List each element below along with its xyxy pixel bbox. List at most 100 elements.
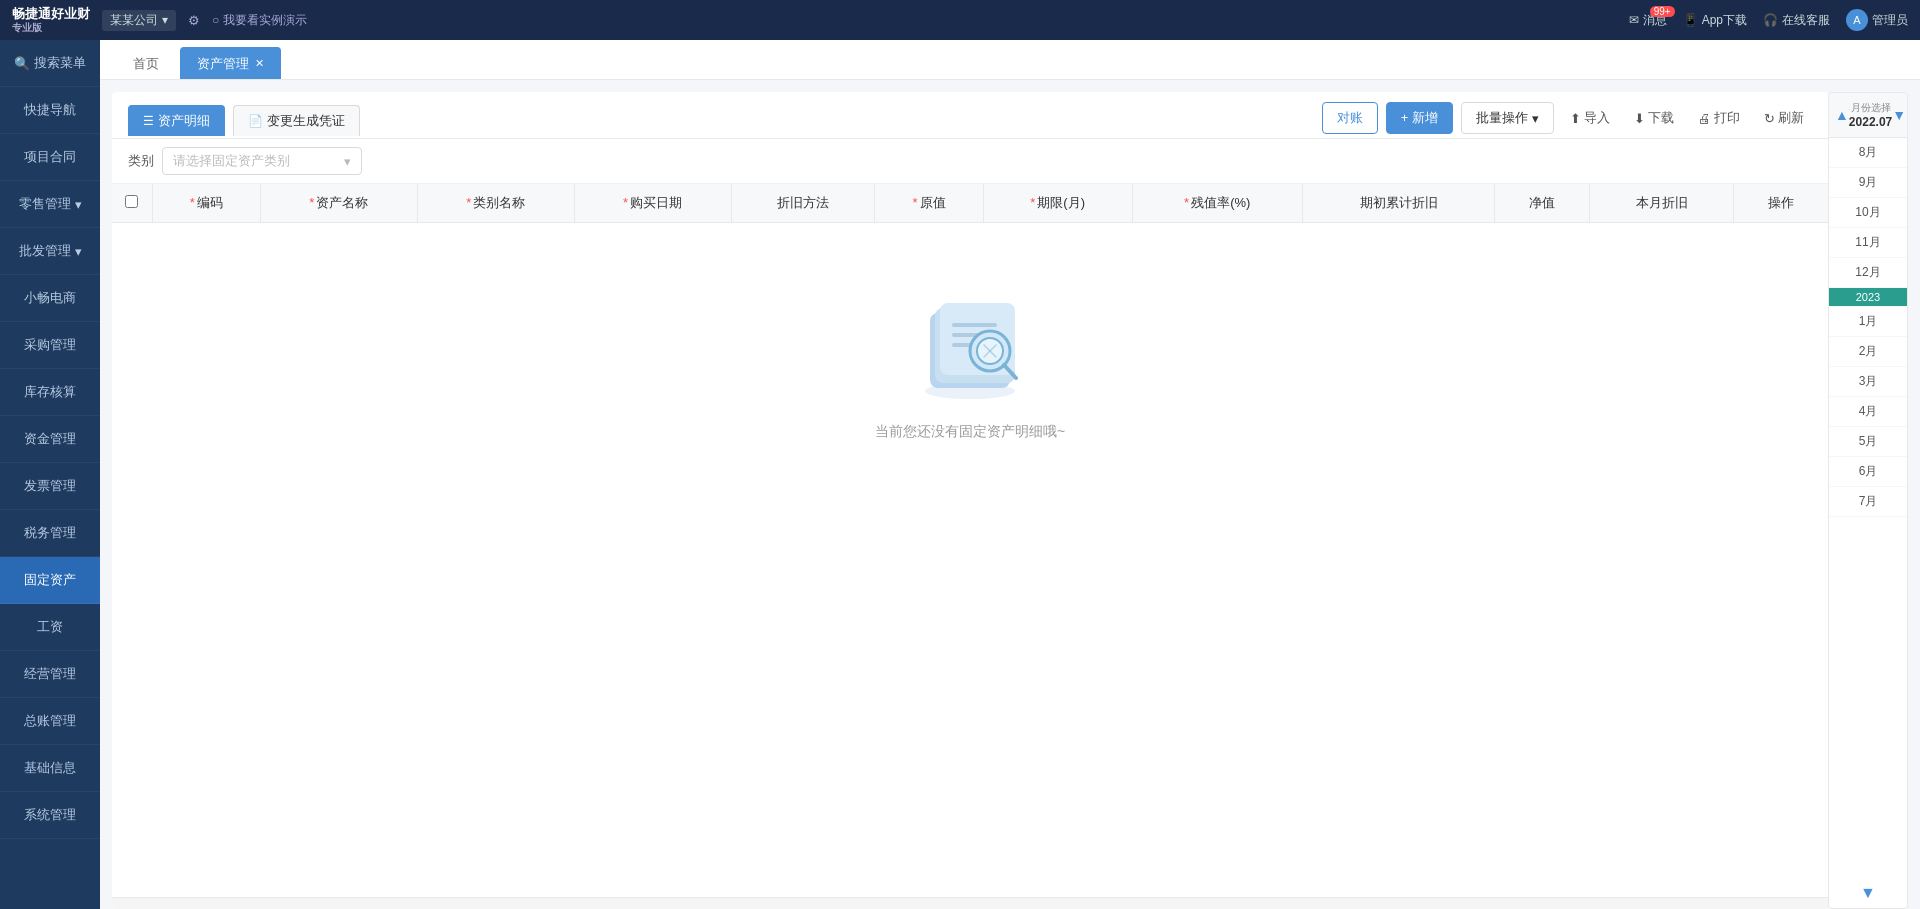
th-action: 操作 bbox=[1734, 184, 1828, 223]
company-selector[interactable]: 某某公司 ▾ bbox=[102, 10, 176, 31]
sidebar-item-project-contract[interactable]: 项目合同 bbox=[0, 134, 100, 181]
content-area: 首页 资产管理 ✕ ☰ 资产明细 📄 变更生成凭证 bbox=[100, 40, 1920, 909]
sidebar: 🔍 搜索菜单 快捷导航 项目合同 零售管理 ▾ 批发管理 ▾ 小畅电商 采购管理… bbox=[0, 40, 100, 909]
settings-icon[interactable]: ⚙ bbox=[188, 13, 200, 28]
bottom-scroll-bar[interactable] bbox=[112, 897, 1828, 909]
month-item-11[interactable]: 11月 bbox=[1829, 228, 1907, 258]
sidebar-item-ecommerce[interactable]: 小畅电商 bbox=[0, 275, 100, 322]
month-down-arrow[interactable]: ▼ bbox=[1892, 107, 1906, 123]
year-2023-badge: 2023 bbox=[1829, 288, 1907, 307]
print-icon: 🖨 bbox=[1698, 111, 1711, 126]
sub-tabs: ☰ 资产明细 📄 变更生成凭证 对账 + 新增 bbox=[112, 92, 1828, 139]
category-select[interactable]: 请选择固定资产类别 ▾ bbox=[162, 147, 362, 175]
arrow-icon: ▾ bbox=[75, 197, 82, 212]
sidebar-item-invoice-mgmt[interactable]: 发票管理 bbox=[0, 463, 100, 510]
asset-table: *编码 *资产名称 *类别名称 *购买日期 折旧方法 *原值 *期限(月) *残… bbox=[112, 184, 1828, 223]
tab-bar: 首页 资产管理 ✕ bbox=[100, 40, 1920, 80]
month-item-2023-2[interactable]: 2月 bbox=[1829, 337, 1907, 367]
month-item-8[interactable]: 8月 bbox=[1829, 138, 1907, 168]
empty-state: 当前您还没有固定资产明细哦~ bbox=[112, 223, 1828, 501]
th-purchase-date: *购买日期 bbox=[574, 184, 731, 223]
month-down-nav[interactable]: ▼ bbox=[1829, 878, 1907, 908]
month-up-arrow[interactable]: ▲ bbox=[1835, 107, 1849, 123]
refresh-button[interactable]: ↻ 刷新 bbox=[1756, 105, 1812, 131]
sidebar-item-inventory[interactable]: 库存核算 bbox=[0, 369, 100, 416]
down-chevron-icon[interactable]: ▼ bbox=[1860, 884, 1876, 902]
asset-table-wrap: *编码 *资产名称 *类别名称 *购买日期 折旧方法 *原值 *期限(月) *残… bbox=[112, 184, 1828, 897]
select-arrow-icon: ▾ bbox=[344, 154, 351, 169]
add-button[interactable]: + 新增 bbox=[1386, 102, 1453, 134]
month-item-9[interactable]: 9月 bbox=[1829, 168, 1907, 198]
avatar: A bbox=[1846, 9, 1868, 31]
th-accumulated-depreciation: 期初累计折旧 bbox=[1302, 184, 1494, 223]
top-bar: 畅捷通好业财 专业版 某某公司 ▾ ⚙ ○ 我要看实例演示 ✉ 消息 99+ 📱… bbox=[0, 0, 1920, 40]
sidebar-item-fund-mgmt[interactable]: 资金管理 bbox=[0, 416, 100, 463]
download-icon: 📱 bbox=[1683, 13, 1698, 27]
tab-asset-mgmt[interactable]: 资产管理 ✕ bbox=[180, 47, 281, 79]
th-checkbox bbox=[112, 184, 152, 223]
sidebar-item-tax-mgmt[interactable]: 税务管理 bbox=[0, 510, 100, 557]
topbar-right: ✉ 消息 99+ 📱 App下载 🎧 在线客服 A 管理员 bbox=[1629, 9, 1908, 31]
select-all-checkbox[interactable] bbox=[125, 195, 138, 208]
month-item-2023-3[interactable]: 3月 bbox=[1829, 367, 1907, 397]
month-item-10[interactable]: 10月 bbox=[1829, 198, 1907, 228]
table-header-row: *编码 *资产名称 *类别名称 *购买日期 折旧方法 *原值 *期限(月) *残… bbox=[112, 184, 1828, 223]
search-icon: 🔍 bbox=[14, 56, 30, 71]
th-category-name: *类别名称 bbox=[417, 184, 574, 223]
demo-icon: ○ bbox=[212, 13, 219, 27]
message-icon: ✉ bbox=[1629, 13, 1639, 27]
main-panel: ☰ 资产明细 📄 变更生成凭证 对账 + 新增 bbox=[112, 92, 1828, 909]
month-panel-header: ▲ 月份选择 2022.07 ▼ bbox=[1829, 93, 1907, 138]
th-monthly-depreciation: 本月折旧 bbox=[1590, 184, 1734, 223]
sub-tab-change-voucher[interactable]: 📄 变更生成凭证 bbox=[233, 105, 360, 136]
th-depreciation-method: 折旧方法 bbox=[731, 184, 875, 223]
download-button[interactable]: ⬇ 下载 bbox=[1626, 105, 1682, 131]
month-item-2023-7[interactable]: 7月 bbox=[1829, 487, 1907, 517]
import-button[interactable]: ⬆ 导入 bbox=[1562, 105, 1618, 131]
batch-ops-button[interactable]: 批量操作 ▾ bbox=[1461, 102, 1554, 134]
sidebar-item-purchase-mgmt[interactable]: 采购管理 bbox=[0, 322, 100, 369]
svg-rect-4 bbox=[952, 323, 997, 327]
online-service-btn[interactable]: 🎧 在线客服 bbox=[1763, 12, 1830, 29]
sidebar-item-batch-mgmt[interactable]: 批发管理 ▾ bbox=[0, 228, 100, 275]
sidebar-item-salary[interactable]: 工资 bbox=[0, 604, 100, 651]
sub-tab-asset-detail[interactable]: ☰ 资产明细 bbox=[128, 105, 225, 136]
main-layout: 🔍 搜索菜单 快捷导航 项目合同 零售管理 ▾ 批发管理 ▾ 小畅电商 采购管理… bbox=[0, 40, 1920, 909]
sidebar-item-basic-info[interactable]: 基础信息 bbox=[0, 745, 100, 792]
tab-home[interactable]: 首页 bbox=[116, 47, 176, 79]
app-logo: 畅捷通好业财 专业版 bbox=[12, 6, 90, 34]
empty-message: 当前您还没有固定资产明细哦~ bbox=[875, 423, 1065, 441]
import-icon: ⬆ bbox=[1570, 111, 1581, 126]
headset-icon: 🎧 bbox=[1763, 13, 1778, 27]
th-residual-rate: *残值率(%) bbox=[1132, 184, 1302, 223]
print-button[interactable]: 🖨 打印 bbox=[1690, 105, 1748, 131]
category-placeholder: 请选择固定资产类别 bbox=[173, 152, 290, 170]
list-icon: ☰ bbox=[143, 114, 154, 128]
app-download-btn[interactable]: 📱 App下载 bbox=[1683, 12, 1747, 29]
month-selector-panel: ▲ 月份选择 2022.07 ▼ 8月 9月 10月 11月 12月 2023 … bbox=[1828, 92, 1908, 909]
empty-illustration bbox=[900, 283, 1040, 403]
sidebar-item-fixed-assets[interactable]: 固定资产 bbox=[0, 557, 100, 604]
month-item-2023-1[interactable]: 1月 bbox=[1829, 307, 1907, 337]
page-content: ☰ 资产明细 📄 变更生成凭证 对账 + 新增 bbox=[100, 80, 1920, 909]
chevron-down-icon: ▾ bbox=[162, 13, 168, 27]
reconcile-button[interactable]: 对账 bbox=[1322, 102, 1378, 134]
month-list: 8月 9月 10月 11月 12月 2023 1月 2月 3月 4月 5月 6月… bbox=[1829, 138, 1907, 878]
arrow-icon: ▾ bbox=[75, 244, 82, 259]
month-item-2023-5[interactable]: 5月 bbox=[1829, 427, 1907, 457]
th-net-value: 净值 bbox=[1495, 184, 1590, 223]
sidebar-item-ops-mgmt[interactable]: 经营管理 bbox=[0, 651, 100, 698]
month-item-2023-4[interactable]: 4月 bbox=[1829, 397, 1907, 427]
sidebar-item-quick-nav[interactable]: 快捷导航 bbox=[0, 87, 100, 134]
close-tab-icon[interactable]: ✕ bbox=[255, 57, 264, 70]
month-item-2023-6[interactable]: 6月 bbox=[1829, 457, 1907, 487]
sidebar-item-ledger-mgmt[interactable]: 总账管理 bbox=[0, 698, 100, 745]
demo-link[interactable]: ○ 我要看实例演示 bbox=[212, 12, 307, 29]
message-btn[interactable]: ✉ 消息 99+ bbox=[1629, 12, 1667, 29]
sidebar-item-sys-mgmt[interactable]: 系统管理 bbox=[0, 792, 100, 839]
user-info[interactable]: A 管理员 bbox=[1846, 9, 1908, 31]
category-filter-label: 类别 bbox=[128, 152, 154, 170]
sidebar-item-search-menu[interactable]: 🔍 搜索菜单 bbox=[0, 40, 100, 87]
sidebar-item-retail-mgmt[interactable]: 零售管理 ▾ bbox=[0, 181, 100, 228]
month-item-12[interactable]: 12月 bbox=[1829, 258, 1907, 288]
